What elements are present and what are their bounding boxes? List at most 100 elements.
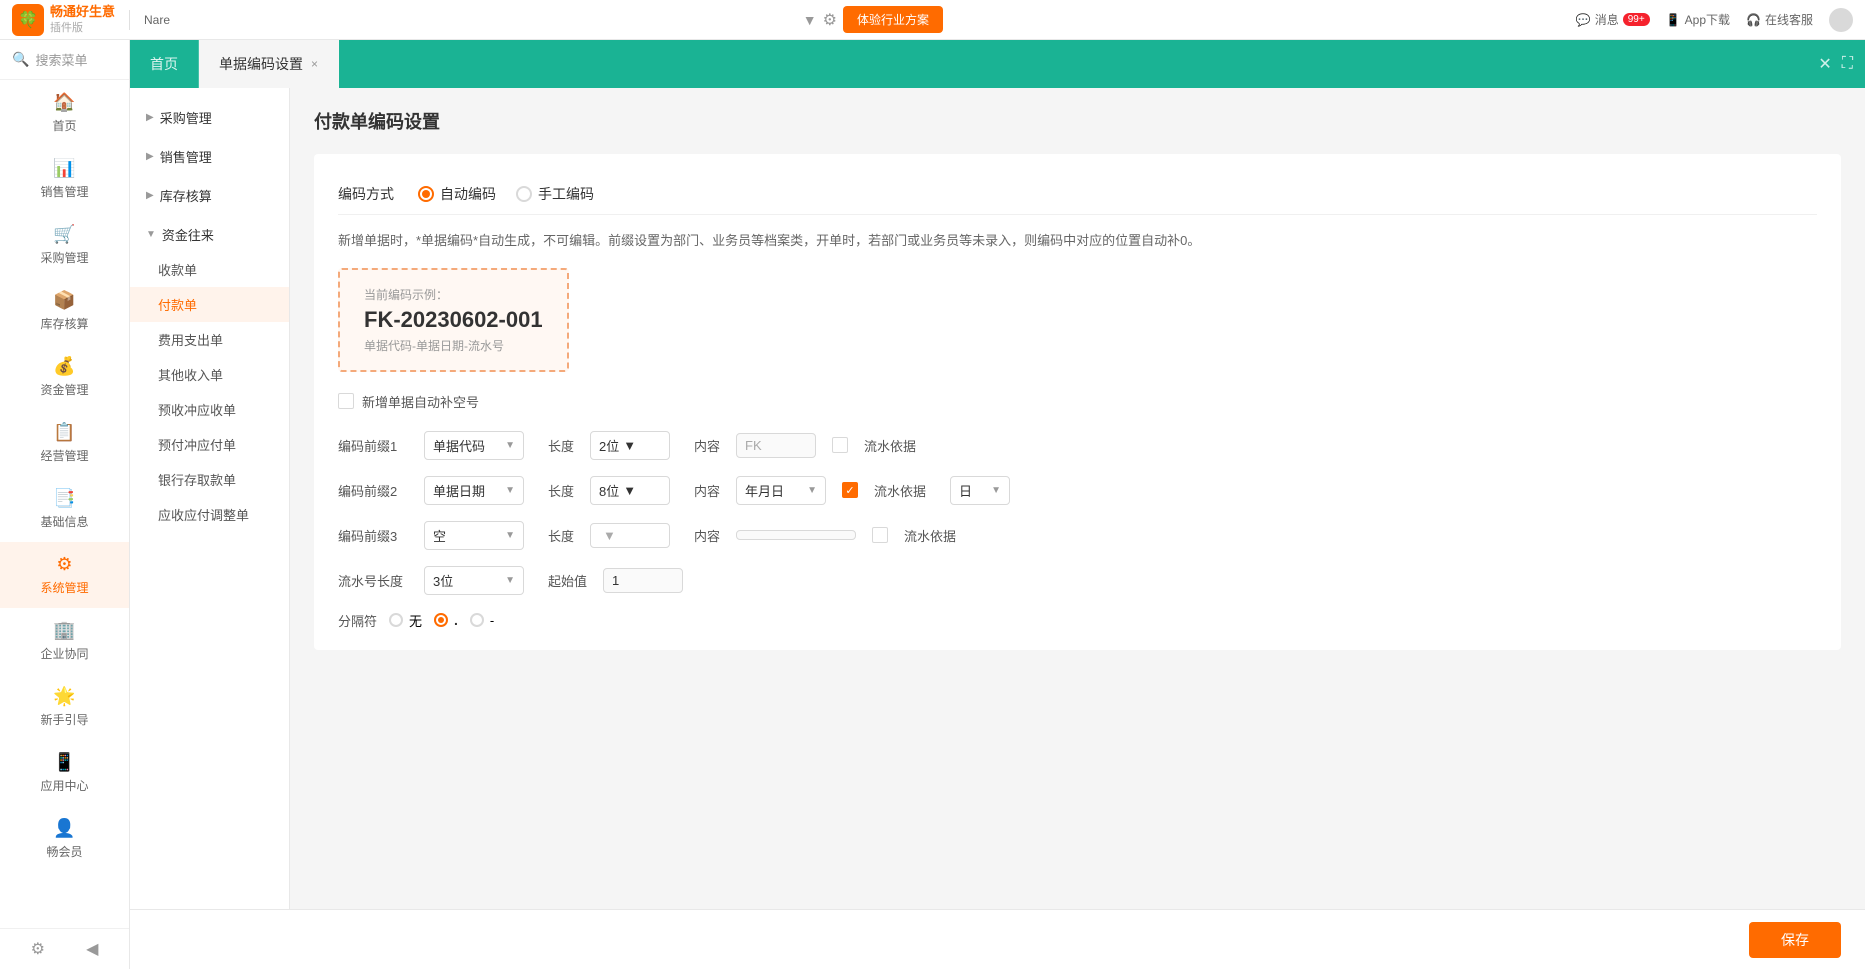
sidebar-label-system: 系统管理 (40, 579, 88, 596)
prefix3-select[interactable]: 空 ▼ (424, 521, 524, 550)
prefix2-date-unit-select[interactable]: 日 ▼ (950, 476, 1010, 505)
code-preview-box: 当前编码示例： FK-20230602-001 单据代码-单据日期-流水号 (338, 268, 569, 372)
sub-menu-inventory-header[interactable]: ▶ 库存核算 (130, 178, 289, 213)
prefix2-content-select[interactable]: 年月日 ▼ (736, 476, 826, 505)
sidebar-item-finance[interactable]: 💰 资金管理 (0, 344, 129, 410)
save-button[interactable]: 保存 (1749, 922, 1841, 958)
prefix2-length-select[interactable]: 8位 ▼ (590, 476, 670, 505)
sidebar-label-enterprise: 企业协同 (40, 645, 88, 662)
sidebar-item-app-center[interactable]: 📱 应用中心 (0, 740, 129, 806)
sub-menu-group-inventory: ▶ 库存核算 (130, 178, 289, 213)
sidebar-nav: 🏠 首页 📊 销售管理 🛒 采购管理 📦 库存核算 💰 资金管理 📋 经 (0, 80, 129, 928)
serial-length-select[interactable]: 3位 ▼ (424, 566, 524, 595)
guide-icon: 🌟 (53, 686, 75, 707)
tab-close-all-icon[interactable]: ✕ (1818, 54, 1831, 74)
prefix3-serial-checkbox[interactable] (872, 527, 888, 543)
chevron-right-icon-sales: ▶ (146, 151, 154, 162)
main-layout: 🔍 搜索菜单 🏠 首页 📊 销售管理 🛒 采购管理 📦 库存核算 💰 (0, 40, 1865, 969)
prefix3-content-input[interactable] (736, 530, 856, 540)
auto-code-radio-circle (418, 186, 434, 202)
sub-menu-item-other-income[interactable]: 其他收入单 (130, 357, 289, 392)
code-preview-label: 当前编码示例： (364, 286, 543, 303)
separator-row: 分隔符 无 . - (338, 611, 1817, 630)
serial-start-input[interactable]: 1 (603, 568, 683, 593)
prefix1-select[interactable]: 单据代码 ▼ (424, 431, 524, 460)
app-download-button[interactable]: 📱 App下载 (1666, 11, 1730, 28)
prefix2-caret-icon: ▼ (505, 485, 515, 496)
prefix3-caret-icon: ▼ (505, 530, 515, 541)
separator-none-radio[interactable]: 无 (389, 611, 422, 630)
sidebar-settings-button[interactable]: ⚙ (31, 939, 45, 959)
sidebar-item-purchase[interactable]: 🛒 采购管理 (0, 212, 129, 278)
separator-dash-radio-circle (470, 613, 484, 627)
encoding-radio-group: 自动编码 手工编码 (418, 184, 594, 204)
manual-code-radio[interactable]: 手工编码 (516, 184, 594, 204)
auto-code-radio[interactable]: 自动编码 (418, 184, 496, 204)
tab-encoding-settings[interactable]: 单据编码设置 × (199, 40, 339, 88)
serial-row: 流水号长度 3位 ▼ 起始值 1 (338, 566, 1817, 595)
separator-dot-radio[interactable]: . (434, 612, 458, 628)
sidebar-item-inventory[interactable]: 📦 库存核算 (0, 278, 129, 344)
tab-bar: 首页 单据编码设置 × ✕ ⛶ (130, 40, 1865, 88)
sidebar-label-basic-info: 基础信息 (40, 513, 88, 530)
sales-icon: 📊 (53, 158, 75, 179)
tab-home[interactable]: 首页 (130, 40, 199, 88)
settings-icon[interactable]: ⚙ (823, 10, 837, 30)
tab-maximize-icon[interactable]: ⛶ (1842, 55, 1853, 73)
avatar[interactable] (1829, 8, 1853, 32)
purchase-icon: 🛒 (53, 224, 75, 245)
sub-menu-item-payment[interactable]: 付款单 (130, 287, 289, 322)
separator-dash-radio[interactable]: - (470, 613, 494, 628)
prefix1-serial-checkbox[interactable] (832, 437, 848, 453)
search-menu[interactable]: 🔍 搜索菜单 (0, 40, 129, 80)
sub-menu-group-fund: ▼ 资金往来 收款单 付款单 费用支出单 其他收入单 (130, 217, 289, 532)
online-service-button[interactable]: 🎧 在线客服 (1746, 11, 1813, 28)
separator-dot-label: . (454, 612, 458, 628)
sub-menu-item-advance-payable[interactable]: 预付冲应付单 (130, 427, 289, 462)
sidebar-item-enterprise[interactable]: 🏢 企业协同 (0, 608, 129, 674)
sidebar-item-guide[interactable]: 🌟 新手引导 (0, 674, 129, 740)
message-button[interactable]: 💬 消息 99+ (1576, 11, 1650, 28)
member-icon: 👤 (53, 818, 75, 839)
sub-menu-group-sales: ▶ 销售管理 (130, 139, 289, 174)
sub-menu-purchase-header[interactable]: ▶ 采购管理 (130, 100, 289, 135)
sub-menu-item-bank-deposit[interactable]: 银行存取款单 (130, 462, 289, 497)
info-text: 新增单据时，*单据编码*自动生成，不可编辑。前缀设置为部门、业务员等档案类，开单… (338, 231, 1817, 252)
chevron-down-icon-fund: ▼ (146, 229, 156, 240)
sub-menu-item-receipt[interactable]: 收款单 (130, 252, 289, 287)
sidebar-collapse-button[interactable]: ◀ (86, 939, 98, 959)
sidebar-item-system[interactable]: ⚙ 系统管理 (0, 542, 129, 608)
prefix2-content-caret-icon: ▼ (807, 485, 817, 496)
app-icon: 📱 (1666, 13, 1681, 27)
prefix1-length-select[interactable]: 2位 ▼ (590, 431, 670, 460)
sub-menu-item-expense[interactable]: 费用支出单 (130, 322, 289, 357)
experience-button[interactable]: 体验行业方案 (843, 6, 943, 33)
sub-menu-item-advance-receivable[interactable]: 预收冲应收单 (130, 392, 289, 427)
sidebar-item-member[interactable]: 👤 畅会员 (0, 806, 129, 872)
sidebar-item-home[interactable]: 🏠 首页 (0, 80, 129, 146)
sidebar-item-operations[interactable]: 📋 经营管理 (0, 410, 129, 476)
sub-menu-fund-header[interactable]: ▼ 资金往来 (130, 217, 289, 252)
prefix2-serial-checkbox[interactable] (842, 482, 858, 498)
encoding-method-label: 编码方式 (338, 184, 394, 204)
prefix2-select[interactable]: 单据日期 ▼ (424, 476, 524, 505)
sub-menu-sales-header[interactable]: ▶ 销售管理 (130, 139, 289, 174)
sidebar-item-basic-info[interactable]: 📑 基础信息 (0, 476, 129, 542)
page-title: 付款单编码设置 (314, 108, 1841, 134)
prefix1-length-caret-icon: ▼ (623, 438, 636, 453)
sub-menu-item-adjust[interactable]: 应收应付调整单 (130, 497, 289, 532)
prefix3-length-select[interactable]: ▼ (590, 523, 670, 548)
sidebar: 🔍 搜索菜单 🏠 首页 📊 销售管理 🛒 采购管理 📦 库存核算 💰 (0, 40, 130, 969)
sub-menu: ▶ 采购管理 ▶ 销售管理 ▶ 库存核算 (130, 88, 290, 909)
auto-fill-checkbox[interactable] (338, 393, 354, 409)
prefix1-content-input[interactable]: FK (736, 433, 816, 458)
separator-label: 分隔符 (338, 611, 377, 630)
dropdown-arrow-icon[interactable]: ▼ (803, 12, 817, 28)
chevron-right-icon-inventory: ▶ (146, 190, 154, 201)
company-name: Nare (144, 13, 170, 27)
prefix3-length-label: 长度 (548, 526, 574, 545)
sidebar-item-sales[interactable]: 📊 销售管理 (0, 146, 129, 212)
sidebar-label-inventory: 库存核算 (40, 315, 88, 332)
tab-close-icon[interactable]: × (311, 57, 318, 71)
brand-icon: 🍀 (12, 4, 44, 36)
